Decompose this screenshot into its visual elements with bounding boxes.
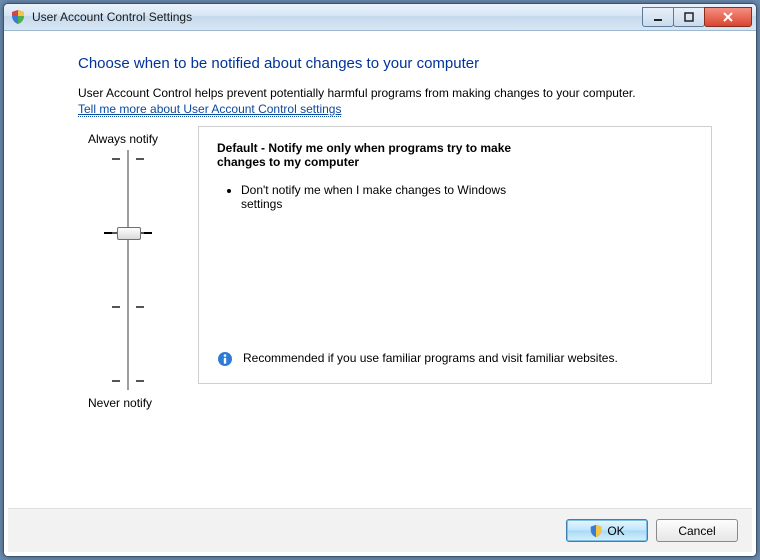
titlebar[interactable]: User Account Control Settings: [4, 4, 756, 31]
cancel-label: Cancel: [678, 524, 715, 538]
learn-more-link[interactable]: Tell me more about User Account Control …: [78, 102, 341, 117]
page-heading: Choose when to be notified about changes…: [78, 55, 712, 72]
maximize-button[interactable]: [673, 7, 705, 27]
level-bullet: Don't notify me when I make changes to W…: [241, 183, 531, 211]
ok-label: OK: [607, 524, 624, 538]
cancel-button[interactable]: Cancel: [656, 519, 738, 542]
intro-text: User Account Control helps prevent poten…: [78, 86, 712, 100]
window-title: User Account Control Settings: [32, 10, 637, 24]
info-icon: [217, 351, 233, 367]
shield-icon: [10, 9, 26, 25]
level-title: Default - Notify me only when programs t…: [217, 141, 517, 169]
recommendation-row: Recommended if you use familiar programs…: [217, 351, 695, 367]
close-button[interactable]: [704, 7, 752, 27]
window-controls: [643, 7, 752, 27]
uac-settings-window: User Account Control Settings Choose whe…: [3, 3, 757, 557]
level-bullets: Don't notify me when I make changes to W…: [223, 183, 695, 211]
dialog-footer: OK Cancel: [8, 508, 752, 552]
minimize-button[interactable]: [642, 7, 674, 27]
level-description-panel: Default - Notify me only when programs t…: [198, 126, 712, 384]
ok-button[interactable]: OK: [566, 519, 648, 542]
recommendation-text: Recommended if you use familiar programs…: [243, 351, 618, 365]
slider-bottom-label: Never notify: [88, 396, 198, 410]
shield-icon: [589, 524, 603, 538]
slider-thumb[interactable]: [117, 227, 141, 240]
client-area: Choose when to be notified about changes…: [4, 31, 756, 556]
slider-top-label: Always notify: [88, 132, 198, 146]
uac-level-slider[interactable]: [98, 150, 158, 390]
